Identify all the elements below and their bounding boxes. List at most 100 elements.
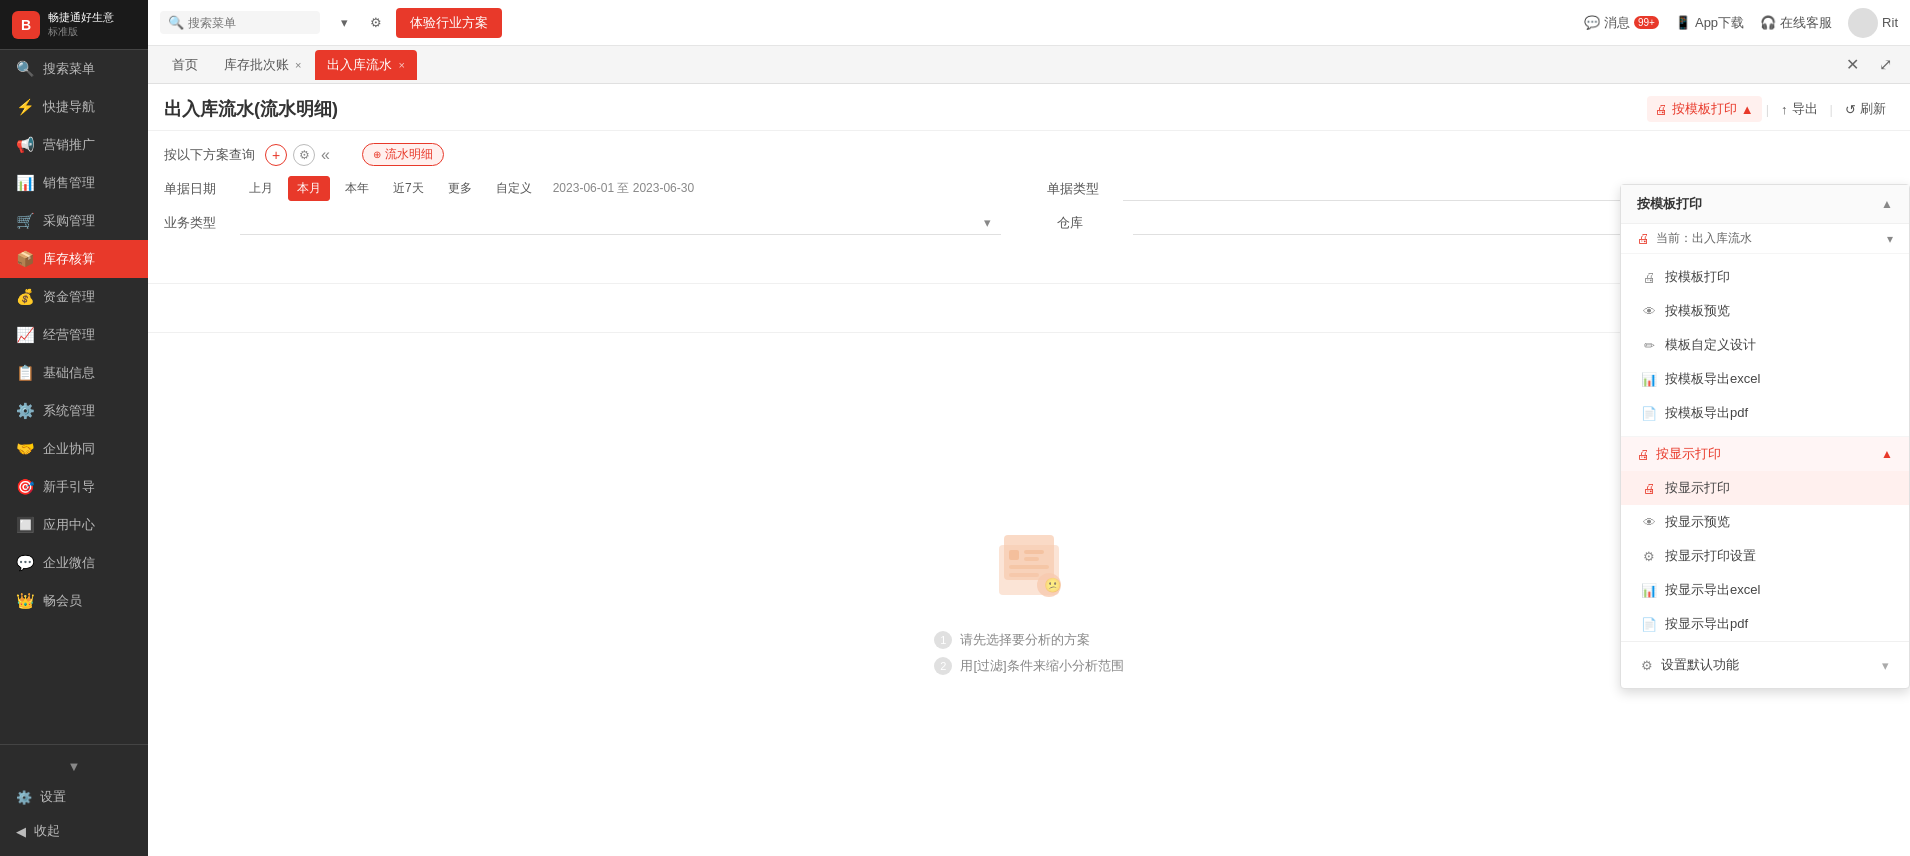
- filter-tag-active[interactable]: ⊕ 流水明细: [362, 143, 444, 166]
- guide-icon: 🎯: [16, 478, 35, 496]
- date-btn-7days[interactable]: 近7天: [384, 176, 433, 201]
- date-filter: 上月 本月 本年 近7天 更多 自定义 2023-06-01 至 2023-06…: [240, 176, 991, 201]
- tabs-bar: 首页 库存批次账 × 出入库流水 × ✕ ⤢: [148, 46, 1910, 84]
- export-btn[interactable]: ↑ 导出: [1773, 96, 1826, 122]
- step-num-1: 1: [934, 631, 952, 649]
- dropdown-footer-default[interactable]: ⚙ 设置默认功能 ▾: [1637, 650, 1893, 680]
- dropdown-item-display-excel[interactable]: 📊 按显示导出excel: [1621, 573, 1909, 607]
- tab-home[interactable]: 首页: [160, 50, 210, 80]
- date-btn-thisyear[interactable]: 本年: [336, 176, 378, 201]
- sidebar-collapse[interactable]: ◀ 收起: [0, 814, 148, 848]
- settings-default-icon: ⚙: [1641, 658, 1653, 673]
- empty-step-1: 1 请先选择要分析的方案: [934, 631, 1123, 649]
- sidebar-item-quicknav[interactable]: ⚡ 快捷导航: [0, 88, 148, 126]
- display-pdf-icon: 📄: [1641, 616, 1657, 632]
- dropdown-item-template-print[interactable]: 🖨 按模板打印: [1621, 260, 1909, 294]
- dropdown-item-display-print[interactable]: 🖨 按显示打印: [1621, 471, 1909, 505]
- dropdown-item-display-pdf[interactable]: 📄 按显示导出pdf: [1621, 607, 1909, 641]
- app-download-btn[interactable]: 📱 App下载: [1675, 14, 1744, 32]
- empty-step-2: 2 用[过滤]条件来缩小分析范围: [934, 657, 1123, 675]
- date-btn-lastmonth[interactable]: 上月: [240, 176, 282, 201]
- sidebar-item-search[interactable]: 🔍 搜索菜单: [0, 50, 148, 88]
- dropdown-expand-btn[interactable]: ▲: [1881, 197, 1893, 211]
- sidebar-item-member[interactable]: 👑 畅会员: [0, 582, 148, 620]
- sidebar-item-marketing[interactable]: 📢 营销推广: [0, 126, 148, 164]
- sidebar-item-operations[interactable]: 📈 经营管理: [0, 316, 148, 354]
- sidebar-item-inventory[interactable]: 📦 库存核算: [0, 240, 148, 278]
- business-filter-label: 业务类型: [164, 214, 224, 232]
- close-all-btn[interactable]: ✕: [1840, 53, 1865, 76]
- settings-icon: ⚙️: [16, 790, 32, 805]
- chevron-up-icon: ▲: [1741, 102, 1754, 117]
- business-filter-dropdown-icon[interactable]: ▾: [984, 215, 991, 230]
- phone-icon: 📱: [1675, 15, 1691, 30]
- svg-rect-6: [1009, 573, 1039, 577]
- tab-flowwater[interactable]: 出入库流水 ×: [315, 50, 416, 80]
- sidebar-item-system[interactable]: ⚙️ 系统管理: [0, 392, 148, 430]
- topbar-left: 🔍 ▾ ⚙ 体验行业方案: [160, 8, 1584, 38]
- user-menu[interactable]: Rit: [1848, 8, 1898, 38]
- member-icon: 👑: [16, 592, 35, 610]
- dropdown-btn[interactable]: ▾: [330, 9, 358, 37]
- date-btn-thismonth[interactable]: 本月: [288, 176, 330, 201]
- gear-btn[interactable]: ⚙: [362, 9, 390, 37]
- refresh-btn[interactable]: ↺ 刷新: [1837, 96, 1894, 122]
- page-header: 出入库流水(流水明细) 🖨 按模板打印 ▲ | ↑ 导出 | ↺: [148, 84, 1910, 131]
- dropdown-footer: ⚙ 设置默认功能 ▾: [1621, 641, 1909, 688]
- divider1: |: [1766, 102, 1769, 117]
- search-input[interactable]: [188, 16, 308, 30]
- sales-icon: 📊: [16, 174, 35, 192]
- industry-btn[interactable]: 体验行业方案: [396, 8, 502, 38]
- basicinfo-icon: 📋: [16, 364, 35, 382]
- step-num-2: 2: [934, 657, 952, 675]
- tab-flowwater-close[interactable]: ×: [398, 59, 404, 71]
- svg-rect-3: [1024, 550, 1044, 554]
- sidebar-logo: B 畅捷通好生意 标准版: [0, 0, 148, 50]
- svg-text:😕: 😕: [1044, 577, 1062, 594]
- print-template-btn[interactable]: 🖨 按模板打印 ▲: [1647, 96, 1762, 122]
- dropdown-item-template-pdf[interactable]: 📄 按模板导出pdf: [1621, 396, 1909, 430]
- sidebar-item-guide[interactable]: 🎯 新手引导: [0, 468, 148, 506]
- date-btn-custom[interactable]: 自定义: [487, 176, 541, 201]
- app-logo-icon: B: [12, 11, 40, 39]
- dropdown-item-display-settings[interactable]: ⚙ 按显示打印设置: [1621, 539, 1909, 573]
- printer-icon: 🖨: [1655, 102, 1668, 117]
- sidebar-item-purchase[interactable]: 🛒 采购管理: [0, 202, 148, 240]
- dropdown-item-template-design[interactable]: ✏ 模板自定义设计: [1621, 328, 1909, 362]
- current-dropdown-icon[interactable]: ▾: [1887, 232, 1893, 246]
- empty-steps: 1 请先选择要分析的方案 2 用[过滤]条件来缩小分析范围: [934, 631, 1123, 675]
- system-icon: ⚙️: [16, 402, 35, 420]
- display-section-header[interactable]: 🖨 按显示打印 ▲: [1621, 437, 1909, 471]
- sidebar-settings[interactable]: ⚙️ 设置: [0, 780, 148, 814]
- svg-rect-2: [1009, 550, 1019, 560]
- dropdown-current: 🖨 当前：出入库流水 ▾: [1621, 224, 1909, 254]
- sidebar-item-basicinfo[interactable]: 📋 基础信息: [0, 354, 148, 392]
- filter-collapse-btn[interactable]: «: [321, 146, 330, 164]
- dropdown-item-template-excel[interactable]: 📊 按模板导出excel: [1621, 362, 1909, 396]
- date-btn-more[interactable]: 更多: [439, 176, 481, 201]
- sidebar-item-wechat[interactable]: 💬 企业微信: [0, 544, 148, 582]
- filter-add-btn[interactable]: +: [265, 144, 287, 166]
- display-section-collapse-icon[interactable]: ▲: [1881, 447, 1893, 461]
- topbar-search-box: 🔍: [160, 11, 320, 34]
- tab-batch-account[interactable]: 库存批次账 ×: [212, 50, 313, 80]
- maximize-btn[interactable]: ⤢: [1873, 53, 1898, 76]
- messages-btn[interactable]: 💬 消息 99+: [1584, 14, 1659, 32]
- operations-icon: 📈: [16, 326, 35, 344]
- filter-actions-left: 按以下方案查询 + ⚙ «: [164, 144, 330, 166]
- dropdown-item-display-preview[interactable]: 👁 按显示预览: [1621, 505, 1909, 539]
- sidebar-item-sales[interactable]: 📊 销售管理: [0, 164, 148, 202]
- tab-batch-account-close[interactable]: ×: [295, 59, 301, 71]
- warehouse-filter-label: 仓库: [1057, 214, 1117, 232]
- sidebar-item-collab[interactable]: 🤝 企业协同: [0, 430, 148, 468]
- sidebar-item-appcenter[interactable]: 🔲 应用中心: [0, 506, 148, 544]
- online-service-btn[interactable]: 🎧 在线客服: [1760, 14, 1832, 32]
- svg-rect-5: [1009, 565, 1049, 569]
- sidebar-scroll-down[interactable]: ▼: [0, 753, 148, 780]
- sidebar-item-finance[interactable]: 💰 资金管理: [0, 278, 148, 316]
- quicknav-icon: ⚡: [16, 98, 35, 116]
- filter-setting-btn[interactable]: ⚙: [293, 144, 315, 166]
- dropdown-title: 按模板打印: [1637, 195, 1702, 213]
- display-preview-icon: 👁: [1641, 514, 1657, 530]
- dropdown-item-template-preview[interactable]: 👁 按模板预览: [1621, 294, 1909, 328]
